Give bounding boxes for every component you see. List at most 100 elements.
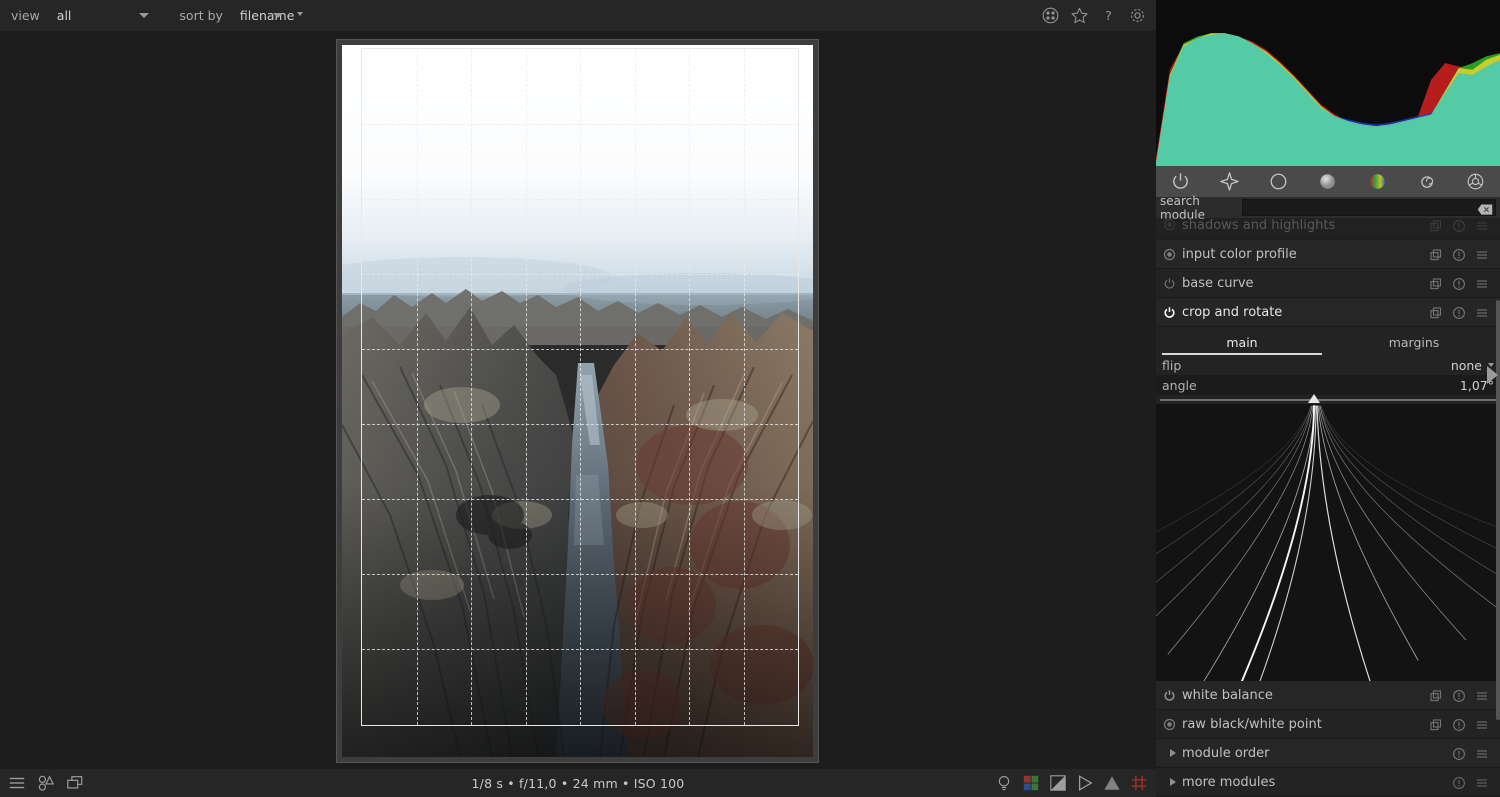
angle-slider-track (1160, 399, 1496, 401)
module-row-shadows-and-highlights[interactable]: shadows and highlights (1156, 218, 1500, 240)
histogram[interactable] (1156, 0, 1500, 166)
multi-instance-icon[interactable] (1429, 688, 1443, 702)
presets-icon[interactable] (1475, 247, 1489, 261)
module-row-more-modules[interactable]: more modules (1156, 768, 1500, 797)
module-search-row: search module (1156, 194, 1500, 222)
hough-lines (1156, 404, 1500, 681)
module-actions (1429, 218, 1489, 232)
power-toggle-icon[interactable] (1156, 306, 1182, 319)
reset-icon[interactable] (1452, 218, 1466, 232)
crop-rectangle[interactable] (361, 48, 799, 726)
sort-direction-icon[interactable] (297, 12, 303, 16)
group-correct-icon[interactable] (1416, 171, 1437, 192)
chevron-down-icon[interactable] (273, 13, 283, 18)
exif-info: 1/8 s • f/11,0 • 24 mm • ISO 100 (471, 775, 685, 791)
module-name: shadows and highlights (1182, 218, 1336, 233)
module-name: crop and rotate (1182, 304, 1283, 320)
expand-arrow-icon[interactable] (1156, 749, 1182, 757)
preferences-gear-icon[interactable] (1129, 7, 1146, 24)
module-actions (1429, 305, 1489, 319)
softproof-icon[interactable] (1076, 774, 1094, 792)
presets-icon[interactable] (1475, 218, 1489, 232)
crop-tabs: main margins (1156, 327, 1500, 355)
tab-margins[interactable]: margins (1328, 335, 1500, 355)
grid-view-icon[interactable] (1042, 7, 1059, 24)
reset-icon[interactable] (1452, 305, 1466, 319)
multi-instance-icon[interactable] (1429, 247, 1443, 261)
module-name: raw black/white point (1182, 716, 1322, 732)
presets-icon[interactable] (1475, 746, 1489, 760)
guide-lines-icon[interactable] (1130, 774, 1148, 792)
module-row-crop-and-rotate[interactable]: crop and rotate (1156, 298, 1500, 327)
reset-icon[interactable] (1452, 247, 1466, 261)
photo-area[interactable] (342, 45, 813, 757)
flip-value[interactable]: none (1451, 358, 1482, 373)
clear-search-icon[interactable] (1477, 201, 1493, 215)
lightbulb-icon[interactable] (995, 774, 1013, 792)
module-actions (1429, 717, 1489, 731)
group-base-icon[interactable] (1317, 171, 1338, 192)
multi-instance-icon[interactable] (1429, 717, 1443, 731)
module-row-module-order[interactable]: module order (1156, 739, 1500, 768)
histogram-plot (1156, 33, 1500, 166)
view-value[interactable]: all (57, 8, 72, 23)
darkroom-center-view (0, 31, 1156, 769)
power-toggle-icon[interactable] (1156, 689, 1182, 702)
module-name: white balance (1182, 687, 1273, 703)
module-row-input-color-profile[interactable]: input color profile (1156, 240, 1500, 269)
module-group-bar (1156, 166, 1500, 197)
power-toggle-icon[interactable] (1156, 218, 1182, 231)
power-toggle-icon[interactable] (1156, 718, 1182, 731)
gamut-check-icon[interactable] (1049, 774, 1067, 792)
reset-icon[interactable] (1452, 688, 1466, 702)
image-canvas-frame (336, 39, 819, 763)
chevron-down-icon[interactable] (139, 13, 149, 18)
search-module-input[interactable] (1242, 199, 1496, 216)
tab-main[interactable]: main (1156, 335, 1328, 355)
angle-slider[interactable] (1156, 394, 1500, 404)
presets-icon[interactable] (1475, 305, 1489, 319)
module-name: module order (1182, 745, 1270, 761)
rotation-guide-visualization[interactable] (1156, 404, 1500, 681)
group-favourites-icon[interactable] (1219, 171, 1240, 192)
module-row-raw-black-white-point[interactable]: raw black/white point (1156, 710, 1500, 739)
presets-icon[interactable] (1475, 276, 1489, 290)
multi-instance-icon[interactable] (1429, 218, 1443, 232)
group-tone-icon[interactable] (1268, 171, 1289, 192)
module-row-white-balance[interactable]: white balance (1156, 681, 1500, 710)
reset-icon[interactable] (1452, 717, 1466, 731)
multi-instance-icon[interactable] (1429, 305, 1443, 319)
flip-control[interactable]: flip none (1156, 355, 1500, 375)
expand-arrow-icon[interactable] (1156, 778, 1182, 786)
help-icon[interactable]: ? (1100, 7, 1117, 24)
star-rating-icon[interactable] (1071, 7, 1088, 24)
panel-scrollbar[interactable] (1496, 300, 1500, 720)
group-active-icon[interactable] (1170, 171, 1191, 192)
power-toggle-icon[interactable] (1156, 277, 1182, 290)
angle-control[interactable]: angle 1,07° (1156, 375, 1500, 395)
sort-by-value[interactable]: filename (240, 8, 295, 23)
presets-icon[interactable] (1475, 775, 1489, 789)
group-color-icon[interactable] (1367, 171, 1388, 192)
bottom-right-icons (995, 774, 1148, 792)
group-effect-icon[interactable] (1465, 171, 1486, 192)
presets-icon[interactable] (1475, 717, 1489, 731)
sort-by-label: sort by (179, 8, 223, 23)
module-actions (1429, 276, 1489, 290)
color-assessment-icon[interactable] (1022, 774, 1040, 792)
top-toolbar: view all sort by filename ? (0, 0, 1156, 31)
collapse-right-panel-icon[interactable] (1487, 366, 1498, 384)
module-list: shadows and highlights input color profi… (1156, 218, 1500, 797)
reset-icon[interactable] (1452, 276, 1466, 290)
angle-slider-handle[interactable] (1308, 394, 1321, 403)
view-label: view (11, 8, 40, 23)
crop-and-rotate-panel: main margins flip none angle 1,07° (1156, 327, 1500, 681)
multi-instance-icon[interactable] (1429, 276, 1443, 290)
power-toggle-icon[interactable] (1156, 248, 1182, 261)
module-row-base-curve[interactable]: base curve (1156, 269, 1500, 298)
reset-icon[interactable] (1452, 746, 1466, 760)
reset-icon[interactable] (1452, 775, 1466, 789)
presets-icon[interactable] (1475, 688, 1489, 702)
raw-overexposed-icon[interactable] (1103, 774, 1121, 792)
module-name: base curve (1182, 275, 1254, 291)
